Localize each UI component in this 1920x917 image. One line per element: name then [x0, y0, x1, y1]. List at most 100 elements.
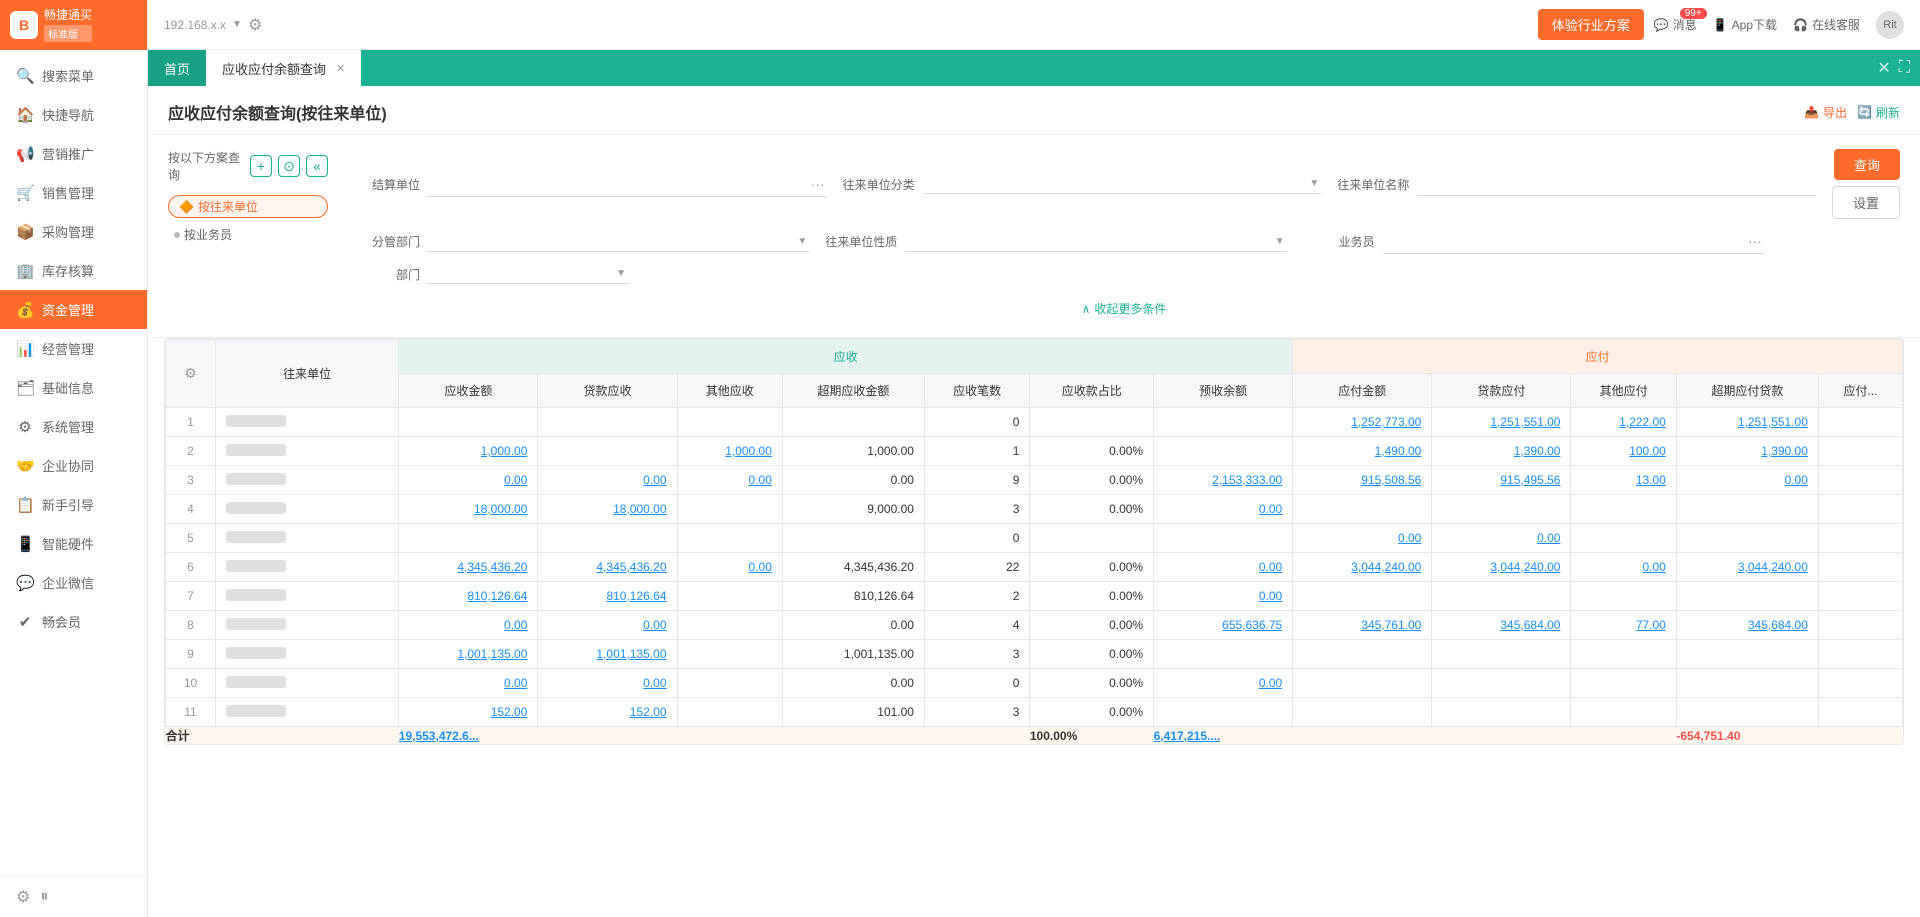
scheme-salesman-label: 按业务员	[184, 226, 232, 243]
tab-receivable-label: 应收应付余额查询	[222, 59, 326, 78]
scheme-label: 按以下方案查询	[168, 149, 242, 183]
footer-row: 合计 19,553,472.6... 100.00% 6,417,215....	[166, 727, 1903, 745]
footer-ar-ratio: 100.00%	[1030, 727, 1154, 745]
close-window-icon[interactable]: ✕	[1877, 58, 1890, 78]
sidebar-item-basic[interactable]: 🗂 基础信息	[0, 368, 147, 407]
message-button[interactable]: 💬 消息 99+	[1654, 16, 1697, 33]
scheme-by-partner[interactable]: 🔶 按往来单位	[168, 195, 328, 218]
user-label: Rit	[1883, 19, 1896, 31]
app-icon: 📱	[1713, 18, 1728, 32]
sidebar-item-member[interactable]: ✔ 畅会员	[0, 602, 147, 641]
table-body: 1 01,252,773.001,251,551.001,222.001,251…	[166, 408, 1903, 727]
export-button[interactable]: 📤 导出	[1804, 104, 1847, 121]
add-scheme-button[interactable]: +	[250, 155, 272, 177]
sidebar-item-hardware[interactable]: 📱 智能硬件	[0, 524, 147, 563]
sidebar-item-guide[interactable]: 📋 新手引导	[0, 485, 147, 524]
sidebar-item-finance[interactable]: 💰 资金管理	[0, 290, 147, 329]
tab-close-icon[interactable]: ✕	[336, 62, 345, 75]
tab-receivable[interactable]: 应收应付余额查询 ✕	[206, 50, 361, 86]
scheme-icons: + ⊙ «	[250, 155, 328, 177]
collapse-icon[interactable]: ⏸	[40, 888, 48, 906]
sidebar-item-system[interactable]: ⚙ 系统管理	[0, 407, 147, 446]
partner-nature-label: 往来单位性质	[825, 233, 905, 250]
sidebar-item-operations[interactable]: 📊 经营管理	[0, 329, 147, 368]
breadcrumb: 192.168.x.x ▼ ⚙	[164, 15, 1528, 35]
hardware-icon: 📱	[16, 535, 34, 553]
set-button[interactable]: 设置	[1832, 186, 1900, 219]
scheme-by-salesman[interactable]: 按业务员	[168, 224, 328, 245]
sidebar-label-member: 畅会员	[42, 612, 81, 631]
table-wrapper: ⚙ 往来单位 应收 应付 应收金额 贷款应收 其他应收 超期应收金额 应收笔数 …	[164, 338, 1904, 745]
scheme-partner-label: 按往来单位	[198, 198, 258, 215]
sidebar-label-hardware: 智能硬件	[42, 534, 94, 553]
col-overdue-ar: 超期应收金额	[782, 374, 924, 408]
table-row: 3 0.000.000.000.0090.00%2,153,333.00915,…	[166, 466, 1903, 495]
footer-advance-balance[interactable]: 6,417,215....	[1154, 727, 1293, 745]
sidebar-item-collab[interactable]: 🤝 企业协同	[0, 446, 147, 485]
scheme-selector: 按以下方案查询 + ⊙ « 🔶 按往来单位	[168, 149, 328, 323]
footer-ar-amount[interactable]: 19,553,472.6...	[399, 727, 538, 745]
member-icon: ✔	[16, 613, 34, 631]
scheme-settings-button[interactable]: ⊙	[278, 155, 300, 177]
tab-home[interactable]: 首页	[148, 50, 206, 86]
refresh-button[interactable]: 🔄 刷新	[1857, 104, 1900, 121]
table-settings-icon[interactable]: ⚙	[184, 365, 197, 381]
top-header: 192.168.x.x ▼ ⚙ 体验行业方案 💬 消息 99+ 📱 App下载 …	[148, 0, 1920, 50]
sidebar-label-purchase: 采购管理	[42, 222, 94, 241]
partner-category-select[interactable]: ▼	[923, 174, 1322, 194]
export-icon: 📤	[1804, 105, 1819, 119]
collapse-bar[interactable]: ∧ 收起更多条件	[348, 294, 1900, 323]
user-avatar[interactable]: Rit	[1876, 11, 1904, 39]
jiesuan-select[interactable]: ···	[428, 172, 827, 197]
sidebar-label-sales: 销售管理	[42, 183, 94, 202]
salesman-ellipsis[interactable]: ···	[1748, 233, 1762, 249]
query-button[interactable]: 查询	[1834, 149, 1900, 180]
operations-icon: 📊	[16, 340, 34, 358]
settings-bottom-icon[interactable]: ⚙	[16, 887, 30, 907]
logo-badge: 标准版	[44, 25, 92, 42]
page-header: 应收应付余额查询(按往来单位) 📤 导出 🔄 刷新	[148, 86, 1920, 135]
sidebar-label-wechat: 企业微信	[42, 573, 94, 592]
table-row: 6 4,345,436.204,345,436.200.004,345,436.…	[166, 553, 1903, 582]
sidebar-item-sales[interactable]: 🛒 销售管理	[0, 173, 147, 212]
finance-icon: 💰	[16, 301, 34, 319]
field-department: 部门 ▼	[348, 264, 628, 284]
field-partner-category: 往来单位分类 ▼	[843, 174, 1322, 194]
refresh-label: 刷新	[1876, 104, 1900, 121]
solution-button[interactable]: 体验行业方案	[1538, 9, 1644, 40]
table-row: 1 01,252,773.001,251,551.001,222.001,251…	[166, 408, 1903, 437]
col-group-ar: 应收	[399, 340, 1293, 374]
field-partner-name: 往来单位名称	[1337, 173, 1816, 196]
sidebar-label-quicknav: 快捷导航	[42, 105, 94, 124]
collapse-label: 收起更多条件	[1094, 300, 1166, 317]
sidebar-item-marketing[interactable]: 📢 营销推广	[0, 134, 147, 173]
salesman-select[interactable]: ···	[1383, 229, 1764, 254]
sidebar-item-wechat[interactable]: 💬 企业微信	[0, 563, 147, 602]
table-row: 9 1,001,135.001,001,135.001,001,135.0030…	[166, 640, 1903, 669]
col-other-ap: 其他应付	[1571, 374, 1676, 408]
main-content: 应收应付余额查询(按往来单位) 📤 导出 🔄 刷新 按以下方案查询	[148, 86, 1920, 917]
sidebar-label-search: 搜索菜单	[42, 66, 94, 85]
col-other-ar: 其他应收	[677, 374, 782, 408]
sidebar-item-search[interactable]: 🔍 搜索菜单	[0, 56, 147, 95]
collab-icon: 🤝	[16, 457, 34, 475]
app-download-button[interactable]: 📱 App下载	[1713, 16, 1777, 33]
chevron-down-icon: ▼	[232, 19, 242, 30]
jiesuan-ellipsis[interactable]: ···	[811, 176, 825, 192]
column-header-row: 应收金额 贷款应收 其他应收 超期应收金额 应收笔数 应收款占比 预收余额 应付…	[166, 374, 1903, 408]
dept-select[interactable]: ▼	[428, 232, 809, 252]
partner-name-input[interactable]	[1417, 173, 1816, 196]
scheme-collapse-button[interactable]: «	[306, 155, 328, 177]
department-select[interactable]: ▼	[428, 264, 628, 284]
filter-section: 按以下方案查询 + ⊙ « 🔶 按往来单位	[148, 135, 1920, 338]
online-service-button[interactable]: 🎧 在线客服	[1793, 16, 1860, 33]
maximize-icon[interactable]: ⛶	[1899, 59, 1910, 77]
sidebar-item-inventory[interactable]: 🏢 库存核算	[0, 251, 147, 290]
scheme-partner-icon: 🔶	[179, 200, 194, 214]
partner-nature-select[interactable]: ▼	[905, 232, 1286, 252]
sidebar-item-quicknav[interactable]: 🏠 快捷导航	[0, 95, 147, 134]
gear-icon[interactable]: ⚙	[248, 15, 262, 35]
sidebar-label-marketing: 营销推广	[42, 144, 94, 163]
col-partner-header: 往来单位	[216, 340, 399, 408]
sidebar-item-purchase[interactable]: 📦 采购管理	[0, 212, 147, 251]
